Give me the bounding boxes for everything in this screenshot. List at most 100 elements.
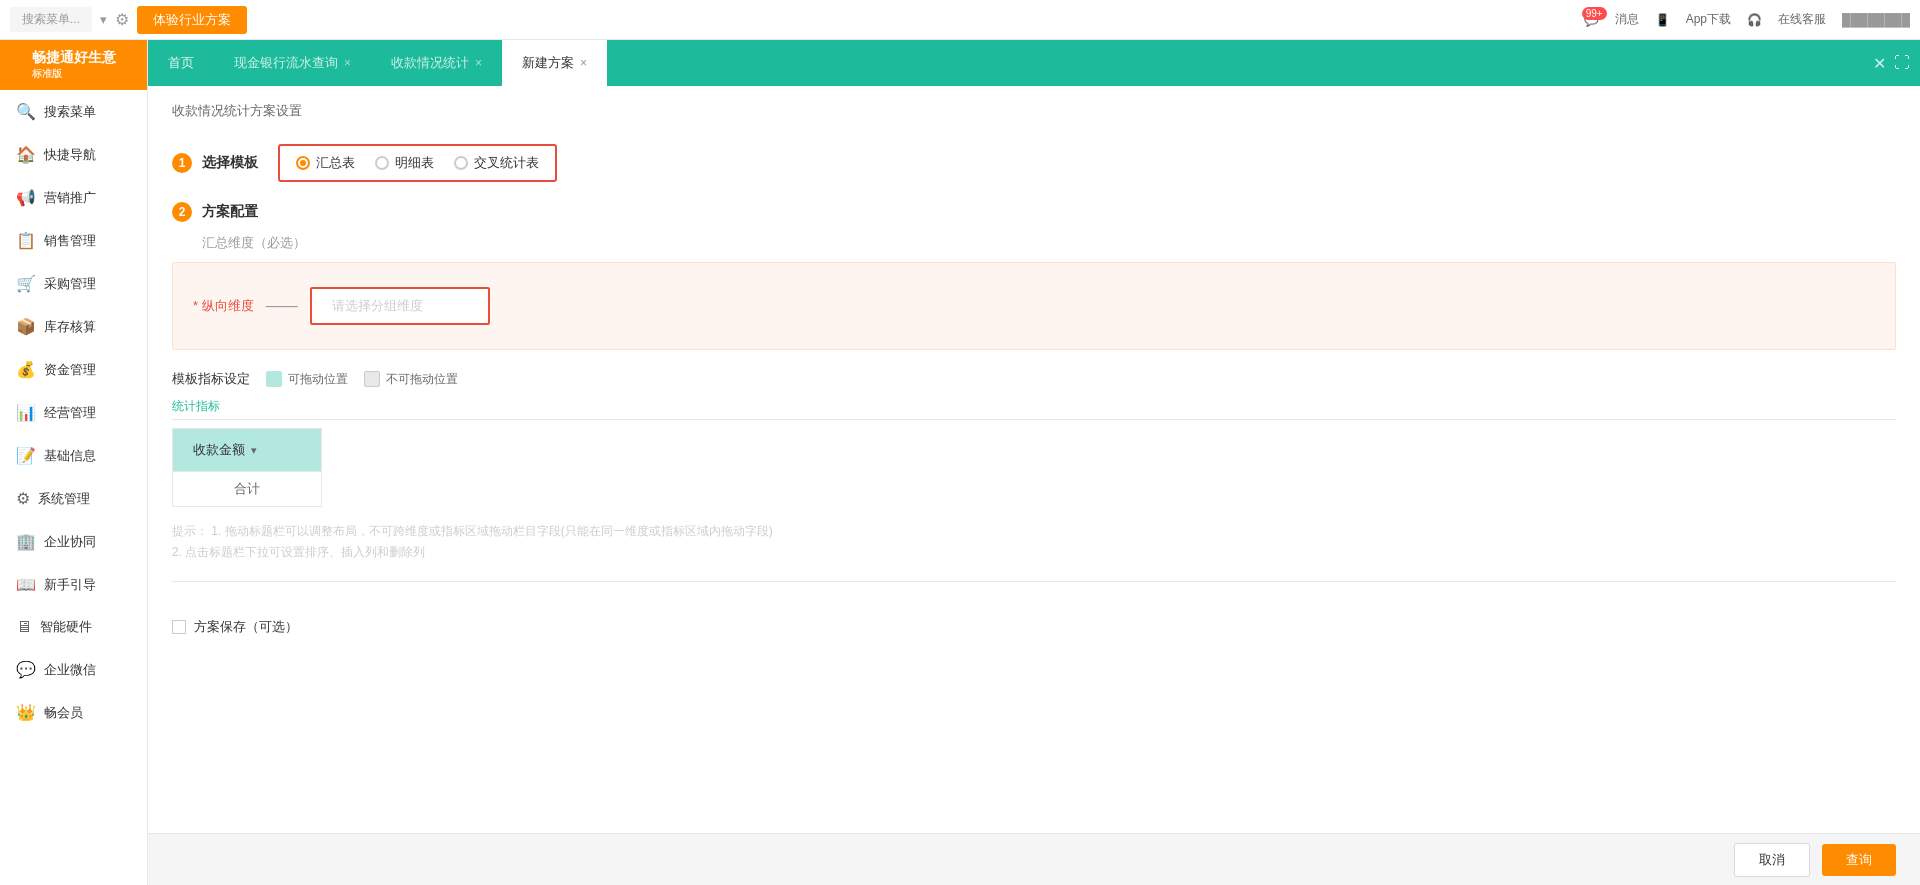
member-icon: 👑 bbox=[16, 703, 36, 722]
dimension-group-label-text: 汇总维度（必选） bbox=[202, 235, 306, 250]
sidebar-label-hardware: 智能硬件 bbox=[40, 618, 92, 636]
sidebar-item-cooperation[interactable]: 🏢 企业协同 bbox=[0, 520, 147, 563]
top-bar-left: 搜索菜单... ▾ ⚙ 体验行业方案 bbox=[10, 6, 1584, 34]
page-inner: 收款情况统计方案设置 1 选择模板 汇总表 明细表 bbox=[148, 86, 1920, 833]
page-content: 收款情况统计方案设置 1 选择模板 汇总表 明细表 bbox=[148, 86, 1920, 833]
legend-non-draggable-label: 不可拖动位置 bbox=[386, 371, 458, 388]
sidebar-label-nav: 快捷导航 bbox=[44, 146, 96, 164]
radio-summary[interactable]: 汇总表 bbox=[296, 154, 355, 172]
sidebar-item-marketing[interactable]: 📢 营销推广 bbox=[0, 176, 147, 219]
dimension-group-label: 汇总维度（必选） bbox=[202, 234, 1896, 252]
download-label[interactable]: App下载 bbox=[1686, 11, 1731, 28]
section2-title: 方案配置 bbox=[202, 203, 258, 221]
tab-close-all-icon[interactable]: ✕ bbox=[1873, 54, 1886, 73]
download-icon[interactable]: 📱 bbox=[1655, 13, 1670, 27]
indicator-title-text: 模板指标设定 bbox=[172, 370, 250, 388]
legend-draggable-label: 可拖动位置 bbox=[288, 371, 348, 388]
inventory-icon: 📦 bbox=[16, 317, 36, 336]
tab-bar-right: ✕ ⛶ bbox=[1873, 54, 1920, 73]
marketing-icon: 📢 bbox=[16, 188, 36, 207]
tab-home[interactable]: 首页 bbox=[148, 54, 214, 72]
sidebar-label-basics: 基础信息 bbox=[44, 447, 96, 465]
stat-tag[interactable]: 收款金额 ▾ bbox=[181, 435, 269, 465]
sidebar-label-member: 畅会员 bbox=[44, 704, 83, 722]
sidebar-label-guide: 新手引导 bbox=[44, 576, 96, 594]
footer: 取消 查询 bbox=[148, 833, 1920, 885]
finance-icon: 💰 bbox=[16, 360, 36, 379]
dimension-arrow-icon: —— bbox=[266, 297, 298, 315]
tab-bank-flow-close[interactable]: × bbox=[344, 56, 351, 70]
cancel-button[interactable]: 取消 bbox=[1734, 843, 1810, 877]
main-layout: 畅捷通好生意 标准版 🔍 搜索菜单 🏠 快捷导航 📢 营销推广 📋 销售管理 🛒… bbox=[0, 40, 1920, 885]
sidebar-label-finance: 资金管理 bbox=[44, 361, 96, 379]
dimension-area: * 纵向维度 —— 请选择分组维度 bbox=[172, 262, 1896, 350]
notification-badge: 99+ bbox=[1582, 7, 1607, 20]
radio-summary-circle[interactable] bbox=[296, 156, 310, 170]
tab-new-plan-close[interactable]: × bbox=[580, 56, 587, 70]
user-info: ████████ bbox=[1842, 13, 1910, 27]
tab-new-plan[interactable]: 新建方案 × bbox=[502, 40, 607, 86]
weixin-icon: 💬 bbox=[16, 660, 36, 679]
breadcrumb: 收款情况统计方案设置 bbox=[172, 102, 1896, 128]
section1-num: 1 bbox=[172, 153, 192, 173]
sidebar-item-management[interactable]: 📊 经营管理 bbox=[0, 391, 147, 434]
industry-button[interactable]: 体验行业方案 bbox=[137, 6, 247, 34]
sidebar-item-system[interactable]: ⚙ 系统管理 bbox=[0, 477, 147, 520]
template-radio-group: 汇总表 明细表 交叉统计表 bbox=[278, 144, 557, 182]
hint-line-1: 提示： 1. 拖动标题栏可以调整布局，不可跨维度或指标区域拖动栏目字段(只能在同… bbox=[172, 523, 1896, 540]
sidebar-label-sales: 销售管理 bbox=[44, 232, 96, 250]
sidebar-item-hardware[interactable]: 🖥 智能硬件 bbox=[0, 606, 147, 648]
dimension-row: * 纵向维度 —— 请选择分组维度 bbox=[193, 287, 1875, 325]
sidebar-item-sales[interactable]: 📋 销售管理 bbox=[0, 219, 147, 262]
sidebar-item-weixin[interactable]: 💬 企业微信 bbox=[0, 648, 147, 691]
sidebar-label-search: 搜索菜单 bbox=[44, 103, 96, 121]
stat-tag-label: 收款金额 bbox=[193, 441, 245, 459]
sidebar-item-member[interactable]: 👑 畅会员 bbox=[0, 691, 147, 734]
radio-cross-circle[interactable] bbox=[454, 156, 468, 170]
legend-non-draggable: 不可拖动位置 bbox=[364, 371, 458, 388]
home-icon: 🏠 bbox=[16, 145, 36, 164]
sidebar-label-marketing: 营销推广 bbox=[44, 189, 96, 207]
gear-icon[interactable]: ⚙ bbox=[115, 10, 129, 29]
section2-row: 2 方案配置 bbox=[172, 202, 1896, 222]
top-bar-dropdown-icon[interactable]: ▾ bbox=[100, 12, 107, 27]
top-bar-search-placeholder: 搜索菜单... bbox=[10, 7, 92, 32]
top-bar: 搜索菜单... ▾ ⚙ 体验行业方案 💬 99+ 消息 📱 App下载 🎧 在线… bbox=[0, 0, 1920, 40]
dimension-select[interactable]: 请选择分组维度 bbox=[310, 287, 490, 325]
draggable-legend-box bbox=[266, 371, 282, 387]
tab-collection-close[interactable]: × bbox=[475, 56, 482, 70]
section1-row: 1 选择模板 汇总表 明细表 交叉统计表 bbox=[172, 144, 1896, 182]
sidebar-item-search[interactable]: 🔍 搜索菜单 bbox=[0, 90, 147, 133]
radio-summary-label: 汇总表 bbox=[316, 154, 355, 172]
stat-tag-dropdown-icon[interactable]: ▾ bbox=[251, 444, 257, 457]
sidebar-item-purchase[interactable]: 🛒 采购管理 bbox=[0, 262, 147, 305]
service-icon[interactable]: 🎧 bbox=[1747, 13, 1762, 27]
notification-icon[interactable]: 💬 99+ bbox=[1584, 13, 1599, 27]
sidebar-item-basics[interactable]: 📝 基础信息 bbox=[0, 434, 147, 477]
sidebar-label-weixin: 企业微信 bbox=[44, 661, 96, 679]
tab-bank-flow-label: 现金银行流水查询 bbox=[234, 54, 338, 72]
query-button[interactable]: 查询 bbox=[1822, 844, 1896, 876]
tab-collection[interactable]: 收款情况统计 × bbox=[371, 40, 502, 86]
tab-expand-icon[interactable]: ⛶ bbox=[1894, 54, 1910, 72]
save-label: 方案保存（可选） bbox=[194, 618, 298, 636]
section2-content: 汇总维度（必选） * 纵向维度 —— 请选择分组维度 模板指标设定 bbox=[172, 234, 1896, 561]
purchase-icon: 🛒 bbox=[16, 274, 36, 293]
service-label[interactable]: 在线客服 bbox=[1778, 11, 1826, 28]
tab-collection-label: 收款情况统计 bbox=[391, 54, 469, 72]
tab-bank-flow[interactable]: 现金银行流水查询 × bbox=[214, 40, 371, 86]
radio-cross-label: 交叉统计表 bbox=[474, 154, 539, 172]
content-area: 首页 现金银行流水查询 × 收款情况统计 × 新建方案 × ✕ ⛶ 收款情况统 bbox=[148, 40, 1920, 885]
radio-detail[interactable]: 明细表 bbox=[375, 154, 434, 172]
radio-cross[interactable]: 交叉统计表 bbox=[454, 154, 539, 172]
sidebar-item-inventory[interactable]: 📦 库存核算 bbox=[0, 305, 147, 348]
sidebar-item-nav[interactable]: 🏠 快捷导航 bbox=[0, 133, 147, 176]
sidebar: 畅捷通好生意 标准版 🔍 搜索菜单 🏠 快捷导航 📢 营销推广 📋 销售管理 🛒… bbox=[0, 40, 148, 885]
sidebar-label-management: 经营管理 bbox=[44, 404, 96, 422]
sidebar-item-finance[interactable]: 💰 资金管理 bbox=[0, 348, 147, 391]
sidebar-label-system: 系统管理 bbox=[38, 490, 90, 508]
save-checkbox[interactable] bbox=[172, 620, 186, 634]
sidebar-item-guide[interactable]: 📖 新手引导 bbox=[0, 563, 147, 606]
sidebar-label-inventory: 库存核算 bbox=[44, 318, 96, 336]
radio-detail-circle[interactable] bbox=[375, 156, 389, 170]
